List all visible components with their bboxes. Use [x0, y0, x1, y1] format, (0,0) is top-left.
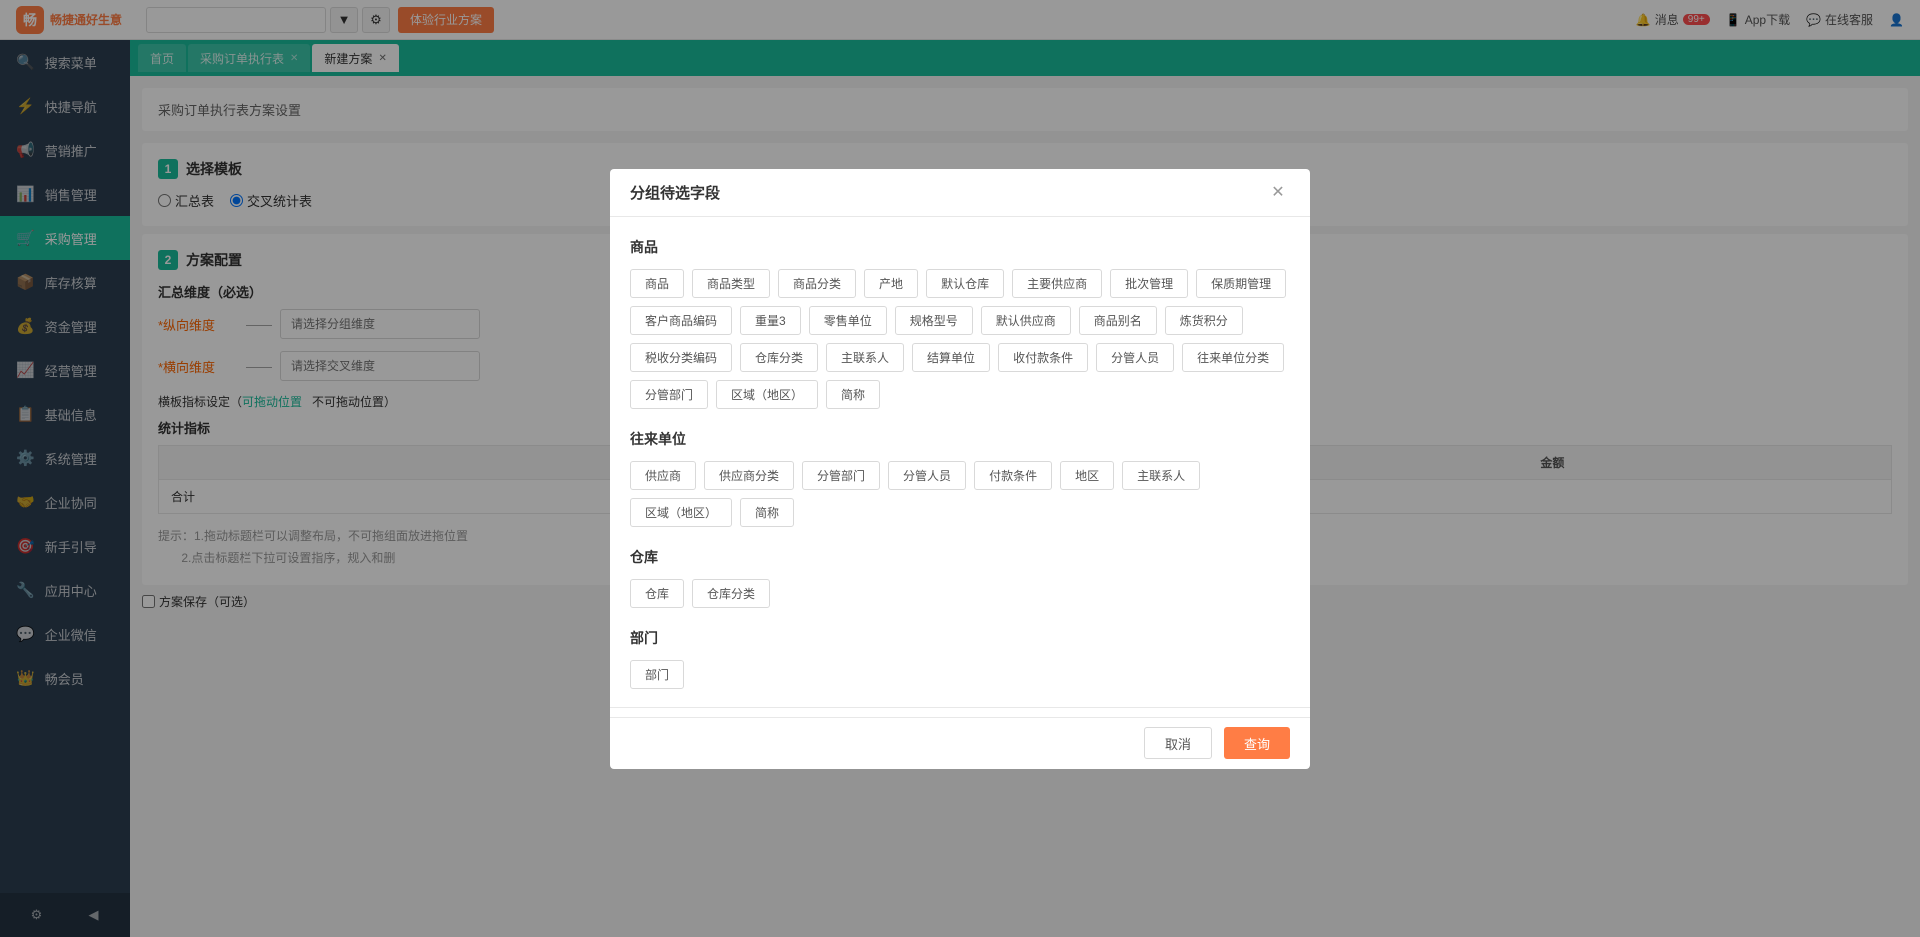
- tag-points[interactable]: 炼货积分: [1165, 306, 1243, 335]
- section-dept: 部门 部门: [630, 628, 1290, 689]
- tag-supplier-category[interactable]: 供应商分类: [704, 461, 794, 490]
- section-partner: 往来单位 供应商 供应商分类 分管部门 分管人员 付款条件 地区 主联系人 区域…: [630, 429, 1290, 527]
- tag-region[interactable]: 区域（地区）: [716, 380, 818, 409]
- tag-area[interactable]: 地区: [1060, 461, 1114, 490]
- tag-partner-supervisor[interactable]: 分管人员: [888, 461, 966, 490]
- tag-department[interactable]: 部门: [630, 660, 684, 689]
- tag-spec-model[interactable]: 规格型号: [895, 306, 973, 335]
- tag-customer-code[interactable]: 客户商品编码: [630, 306, 732, 335]
- modal-header: 分组待选字段 ✕: [610, 169, 1310, 217]
- tag-weight[interactable]: 重量3: [740, 306, 801, 335]
- modal-title: 分组待选字段: [630, 182, 720, 203]
- dept-tags: 部门: [630, 660, 1290, 689]
- tag-partner-short-name[interactable]: 简称: [740, 498, 794, 527]
- tag-supervisor[interactable]: 分管人员: [1096, 343, 1174, 372]
- tag-partner-main-contact[interactable]: 主联系人: [1122, 461, 1200, 490]
- tag-goods-category[interactable]: 商品分类: [778, 269, 856, 298]
- modal-close-button[interactable]: ✕: [1266, 180, 1290, 204]
- modal-overlay: 分组待选字段 ✕ 商品 商品 商品类型 商品分类 产地 默认仓库 主要供应商 批…: [0, 0, 1920, 937]
- modal-hscrollbar[interactable]: [610, 707, 1310, 717]
- tag-supplier[interactable]: 供应商: [630, 461, 696, 490]
- tag-partner-dept[interactable]: 分管部门: [802, 461, 880, 490]
- modal-body[interactable]: 商品 商品 商品类型 商品分类 产地 默认仓库 主要供应商 批次管理 保质期管理…: [610, 217, 1310, 707]
- tag-partner-region[interactable]: 区域（地区）: [630, 498, 732, 527]
- section-warehouse: 仓库 仓库 仓库分类: [630, 547, 1290, 608]
- tag-dept[interactable]: 分管部门: [630, 380, 708, 409]
- field-selection-modal: 分组待选字段 ✕ 商品 商品 商品类型 商品分类 产地 默认仓库 主要供应商 批…: [610, 169, 1310, 769]
- tag-batch-mgmt[interactable]: 批次管理: [1110, 269, 1188, 298]
- tag-default-warehouse[interactable]: 默认仓库: [926, 269, 1004, 298]
- goods-tags: 商品 商品类型 商品分类 产地 默认仓库 主要供应商 批次管理 保质期管理 客户…: [630, 269, 1290, 409]
- tag-expiry-mgmt[interactable]: 保质期管理: [1196, 269, 1286, 298]
- section-warehouse-title: 仓库: [630, 547, 1290, 567]
- cancel-button[interactable]: 取消: [1144, 727, 1212, 759]
- tag-partner-category[interactable]: 往来单位分类: [1182, 343, 1284, 372]
- tag-payment-terms[interactable]: 收付款条件: [998, 343, 1088, 372]
- tag-retail-unit[interactable]: 零售单位: [809, 306, 887, 335]
- tag-main-supplier[interactable]: 主要供应商: [1012, 269, 1102, 298]
- tag-default-supplier[interactable]: 默认供应商: [981, 306, 1071, 335]
- tag-goods-type[interactable]: 商品类型: [692, 269, 770, 298]
- warehouse-tags: 仓库 仓库分类: [630, 579, 1290, 608]
- tag-tax-code[interactable]: 税收分类编码: [630, 343, 732, 372]
- tag-warehouse[interactable]: 仓库: [630, 579, 684, 608]
- tag-main-contact[interactable]: 主联系人: [826, 343, 904, 372]
- tag-short-name[interactable]: 简称: [826, 380, 880, 409]
- tag-goods[interactable]: 商品: [630, 269, 684, 298]
- section-goods: 商品 商品 商品类型 商品分类 产地 默认仓库 主要供应商 批次管理 保质期管理…: [630, 237, 1290, 409]
- tag-settlement-unit[interactable]: 结算单位: [912, 343, 990, 372]
- section-dept-title: 部门: [630, 628, 1290, 648]
- tag-payment-cond[interactable]: 付款条件: [974, 461, 1052, 490]
- modal-footer: 取消 查询: [610, 717, 1310, 769]
- section-partner-title: 往来单位: [630, 429, 1290, 449]
- tag-origin[interactable]: 产地: [864, 269, 918, 298]
- partner-tags: 供应商 供应商分类 分管部门 分管人员 付款条件 地区 主联系人 区域（地区） …: [630, 461, 1290, 527]
- tag-warehouse-category[interactable]: 仓库分类: [740, 343, 818, 372]
- tag-goods-alias[interactable]: 商品别名: [1079, 306, 1157, 335]
- tag-warehouse-cat[interactable]: 仓库分类: [692, 579, 770, 608]
- section-goods-title: 商品: [630, 237, 1290, 257]
- confirm-button[interactable]: 查询: [1224, 727, 1290, 759]
